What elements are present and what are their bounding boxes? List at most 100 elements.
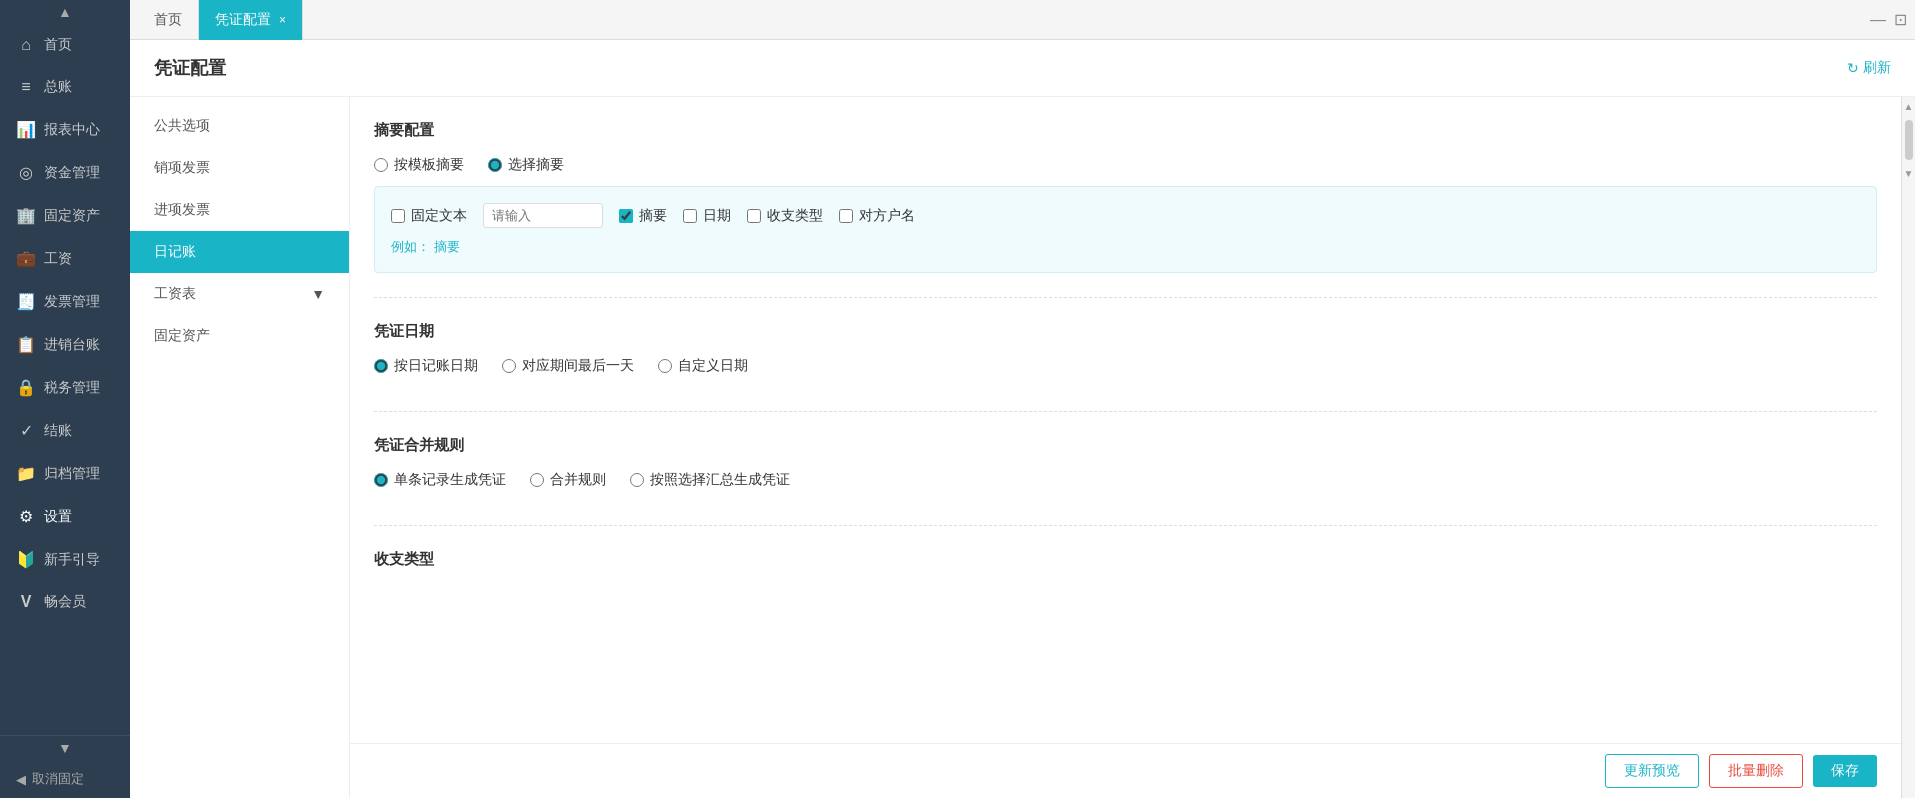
sidebar-item-sales[interactable]: 📋 进销台账	[0, 323, 130, 366]
refresh-icon: ↻	[1847, 60, 1859, 76]
tab-minimize-btn[interactable]: —	[1870, 11, 1886, 29]
checkbox-summary[interactable]: 摘要	[619, 207, 667, 225]
sidebar-item-report[interactable]: 📊 报表中心	[0, 108, 130, 151]
radio-last-day-input[interactable]	[502, 359, 516, 373]
radio-merge-rule[interactable]: 合并规则	[530, 471, 606, 489]
nav-item-fixed-assets[interactable]: 固定资产	[130, 315, 349, 357]
summary-radio-group: 按模板摘要 选择摘要	[374, 156, 1877, 174]
date-radio-group: 按日记账日期 对应期间最后一天 自定义日期	[374, 357, 1877, 375]
sidebar-item-ledger[interactable]: ≡ 总账	[0, 66, 130, 108]
radio-custom-date[interactable]: 自定义日期	[658, 357, 748, 375]
sidebar-item-member[interactable]: V 畅会员	[0, 581, 130, 623]
tab-bar: 首页 凭证配置 × — ⊡	[130, 0, 1915, 40]
scroll-thumb[interactable]	[1905, 120, 1913, 160]
sidebar-item-settings[interactable]: ⚙ 设置	[0, 495, 130, 538]
archive-icon: 📁	[16, 464, 36, 483]
radio-select-merge-input[interactable]	[630, 473, 644, 487]
date-section: 凭证日期 按日记账日期 对应期间最后一天	[374, 322, 1877, 412]
nav-item-sales-invoice[interactable]: 销项发票	[130, 147, 349, 189]
page-body: 公共选项 销项发票 进项发票 日记账 工资表 ▼ 固定资产	[130, 97, 1915, 798]
nav-item-purchase-invoice[interactable]: 进项发票	[130, 189, 349, 231]
home-icon: ⌂	[16, 36, 36, 54]
right-content: 摘要配置 按模板摘要 选择摘要	[350, 97, 1901, 743]
checkbox-date[interactable]: 日期	[683, 207, 731, 225]
radio-journal-date-input[interactable]	[374, 359, 388, 373]
checkbox-fixed-text[interactable]: 固定文本	[391, 207, 467, 225]
tab-bar-actions: — ⊡	[1870, 10, 1907, 29]
chevron-down-icon: ▼	[311, 286, 325, 302]
funds-icon: ◎	[16, 163, 36, 182]
nav-item-journal[interactable]: 日记账	[130, 231, 349, 273]
sidebar-item-payroll[interactable]: 💼 工资	[0, 237, 130, 280]
main-area: 首页 凭证配置 × — ⊡ 凭证配置 ↻ 刷新 公共选项	[130, 0, 1915, 798]
summary-config-box: 固定文本 摘要 日期	[374, 186, 1877, 273]
checkbox-counterpart[interactable]: 对方户名	[839, 207, 915, 225]
merge-section: 凭证合并规则 单条记录生成凭证 合并规则	[374, 436, 1877, 526]
tab-close-btn[interactable]: ×	[279, 13, 286, 27]
sidebar-item-assets[interactable]: 🏢 固定资产	[0, 194, 130, 237]
sidebar-scroll-up[interactable]: ▲	[0, 0, 130, 24]
save-btn[interactable]: 保存	[1813, 755, 1877, 787]
tab-restore-btn[interactable]: ⊡	[1894, 10, 1907, 29]
example-text: 例如： 摘要	[391, 238, 1860, 256]
merge-title: 凭证合并规则	[374, 436, 1877, 455]
guide-icon: 🔰	[16, 550, 36, 569]
date-title: 凭证日期	[374, 322, 1877, 341]
checkbox-date-input[interactable]	[683, 209, 697, 223]
checkbox-expense-type[interactable]: 收支类型	[747, 207, 823, 225]
sales-icon: 📋	[16, 335, 36, 354]
ledger-icon: ≡	[16, 78, 36, 96]
radio-merge-rule-input[interactable]	[530, 473, 544, 487]
radio-select-input[interactable]	[488, 158, 502, 172]
nav-item-payroll-table[interactable]: 工资表 ▼	[130, 273, 349, 315]
batch-delete-btn[interactable]: 批量删除	[1709, 754, 1803, 788]
radio-template-input[interactable]	[374, 158, 388, 172]
content-area: 凭证配置 ↻ 刷新 公共选项 销项发票 进项发票 日记账	[130, 40, 1915, 798]
merge-radio-group: 单条记录生成凭证 合并规则 按照选择汇总生成凭证	[374, 471, 1877, 489]
sidebar-item-home[interactable]: ⌂ 首页	[0, 24, 130, 66]
income-title: 收支类型	[374, 550, 1877, 569]
scroll-down-btn[interactable]: ▼	[1900, 164, 1915, 183]
radio-select-merge[interactable]: 按照选择汇总生成凭证	[630, 471, 790, 489]
right-scrollbar: ▲ ▼	[1901, 97, 1915, 798]
radio-single-input[interactable]	[374, 473, 388, 487]
radio-custom-date-input[interactable]	[658, 359, 672, 373]
nav-item-public[interactable]: 公共选项	[130, 105, 349, 147]
sidebar-item-guide[interactable]: 🔰 新手引导	[0, 538, 130, 581]
checkbox-fixed-text-input[interactable]	[391, 209, 405, 223]
radio-single[interactable]: 单条记录生成凭证	[374, 471, 506, 489]
footer-bar: 更新预览 批量删除 保存	[350, 743, 1901, 798]
sidebar-item-settle[interactable]: ✓ 结账	[0, 409, 130, 452]
checkbox-row: 固定文本 摘要 日期	[391, 203, 1860, 228]
page-header: 凭证配置 ↻ 刷新	[130, 40, 1915, 97]
sidebar-item-archive[interactable]: 📁 归档管理	[0, 452, 130, 495]
tab-home[interactable]: 首页	[138, 0, 199, 40]
sidebar-item-funds[interactable]: ◎ 资金管理	[0, 151, 130, 194]
summary-section: 摘要配置 按模板摘要 选择摘要	[374, 121, 1877, 298]
sidebar-scroll-down[interactable]: ▼	[0, 736, 130, 760]
checkbox-expense-type-input[interactable]	[747, 209, 761, 223]
radio-template-summary[interactable]: 按模板摘要	[374, 156, 464, 174]
checkbox-summary-input[interactable]	[619, 209, 633, 223]
left-nav: 公共选项 销项发票 进项发票 日记账 工资表 ▼ 固定资产	[130, 97, 350, 798]
pin-icon: ◀	[16, 772, 26, 787]
settle-icon: ✓	[16, 421, 36, 440]
tab-voucher-config[interactable]: 凭证配置 ×	[199, 0, 303, 40]
scroll-up-btn[interactable]: ▲	[1900, 97, 1915, 116]
sidebar-item-tax[interactable]: 🔒 税务管理	[0, 366, 130, 409]
checkbox-counterpart-input[interactable]	[839, 209, 853, 223]
radio-last-day[interactable]: 对应期间最后一天	[502, 357, 634, 375]
refresh-btn[interactable]: ↻ 刷新	[1847, 59, 1891, 77]
fixed-text-input[interactable]	[483, 203, 603, 228]
page-title: 凭证配置	[154, 56, 226, 80]
sidebar-item-invoice[interactable]: 🧾 发票管理	[0, 280, 130, 323]
report-icon: 📊	[16, 120, 36, 139]
sidebar-pin-btn[interactable]: ◀ 取消固定	[0, 760, 130, 798]
settings-icon: ⚙	[16, 507, 36, 526]
update-preview-btn[interactable]: 更新预览	[1605, 754, 1699, 788]
member-icon: V	[16, 593, 36, 611]
income-section: 收支类型	[374, 550, 1877, 609]
sidebar: ▲ ⌂ 首页 ≡ 总账 📊 报表中心 ◎ 资金管理 🏢 固定资产 💼 工资 🧾 …	[0, 0, 130, 798]
radio-journal-date[interactable]: 按日记账日期	[374, 357, 478, 375]
radio-select-summary[interactable]: 选择摘要	[488, 156, 564, 174]
